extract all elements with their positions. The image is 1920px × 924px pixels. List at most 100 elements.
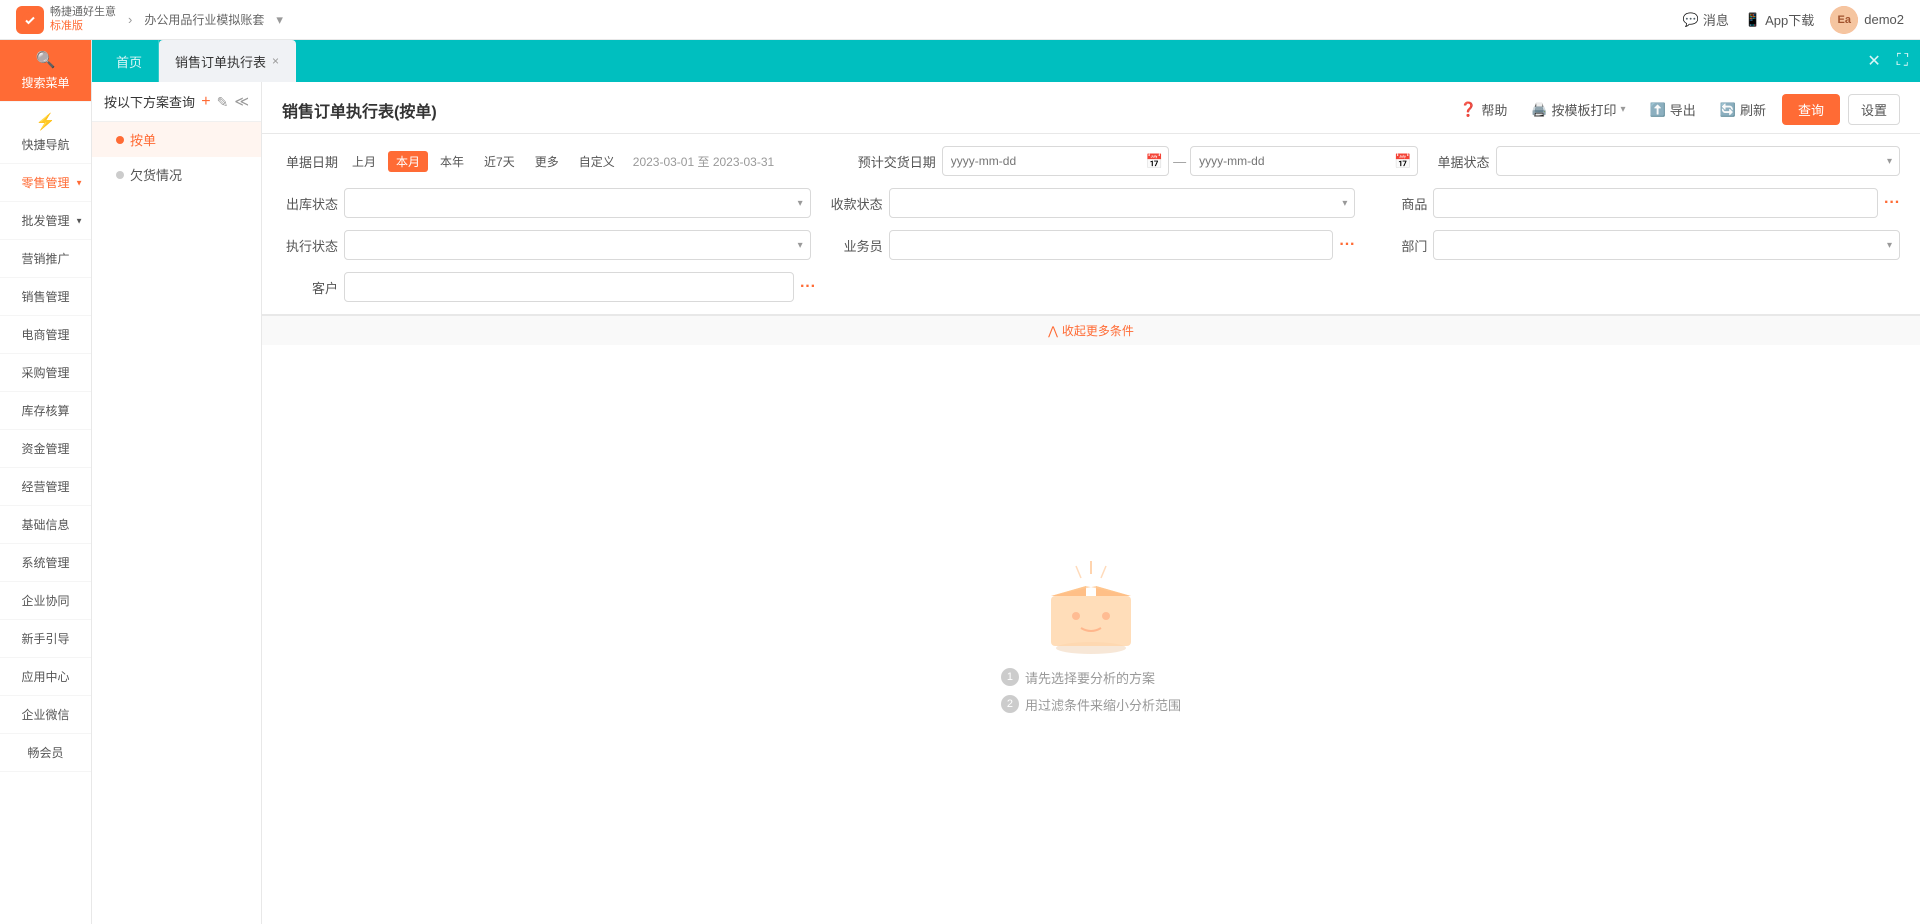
- export-button[interactable]: ⬆️ 导出: [1642, 96, 1704, 123]
- sidebar-item-ecommerce[interactable]: 电商管理: [0, 316, 91, 354]
- breadcrumb-dropdown-icon[interactable]: ▾: [276, 12, 283, 28]
- page-title-bar: 销售订单执行表(按单) ❓ 帮助 🖨️ 按模板打印 ▾ ⬆️: [262, 82, 1920, 134]
- calendar-end-icon[interactable]: 📅: [1394, 153, 1411, 170]
- help-button[interactable]: ❓ 帮助: [1452, 96, 1515, 123]
- sidebar-item-basic[interactable]: 基础信息: [0, 506, 91, 544]
- tag-custom[interactable]: 自定义: [571, 151, 623, 172]
- payment-status-label: 收款状态: [827, 194, 883, 213]
- salesman-input[interactable]: [889, 230, 1334, 260]
- scheme-item-按单[interactable]: 按单: [92, 122, 261, 157]
- settings-button[interactable]: 设置: [1848, 94, 1900, 125]
- filter-exec-status: 执行状态 ▾: [282, 230, 811, 260]
- dept-select[interactable]: [1433, 230, 1900, 260]
- tab-home[interactable]: 首页: [100, 40, 159, 82]
- sidebar-item-wechat[interactable]: 企业微信: [0, 696, 91, 734]
- expected-delivery-label: 预计交货日期: [858, 152, 936, 171]
- calendar-start-icon[interactable]: 📅: [1146, 153, 1163, 170]
- collapse-filter-button[interactable]: ⋀ 收起更多条件: [262, 315, 1920, 345]
- out-status-label: 出库状态: [282, 194, 338, 213]
- message-action[interactable]: 💬 消息: [1683, 10, 1729, 29]
- export-icon: ⬆️: [1650, 102, 1666, 118]
- goods-input[interactable]: [1433, 188, 1878, 218]
- sidebar-item-marketing[interactable]: 营销推广: [0, 240, 91, 278]
- single-status-select-wrapper: ▾: [1496, 146, 1900, 176]
- customer-input[interactable]: [344, 272, 794, 302]
- query-button[interactable]: 查询: [1782, 94, 1840, 125]
- filter-goods: 商品 ···: [1371, 188, 1900, 218]
- refresh-button[interactable]: 🔄 刷新: [1712, 96, 1774, 123]
- page-title-actions: ❓ 帮助 🖨️ 按模板打印 ▾ ⬆️ 导出 �: [1452, 94, 1900, 125]
- delivery-date-start[interactable]: [942, 146, 1169, 176]
- user-profile[interactable]: Ea demo2: [1830, 6, 1904, 34]
- search-icon: 🔍: [36, 50, 56, 70]
- filter-row-4: 客户 ···: [282, 272, 1900, 302]
- delivery-date-start-wrap: 📅: [942, 146, 1169, 176]
- exec-status-label: 执行状态: [282, 236, 338, 255]
- sidebar-item-newbie[interactable]: 新手引导: [0, 620, 91, 658]
- add-scheme-button[interactable]: +: [201, 94, 210, 110]
- tag-more[interactable]: 更多: [527, 151, 567, 172]
- sidebar-item-system[interactable]: 系统管理: [0, 544, 91, 582]
- exec-status-select[interactable]: [344, 230, 811, 260]
- salesman-label: 业务员: [827, 236, 883, 255]
- download-icon: 📱: [1745, 12, 1761, 28]
- filter-out-status: 出库状态 ▾: [282, 188, 811, 218]
- sidebar-item-appstore[interactable]: 应用中心: [0, 658, 91, 696]
- sidebar-quick-nav[interactable]: ⚡ 快捷导航: [0, 102, 91, 164]
- payment-status-select[interactable]: [889, 188, 1356, 218]
- sidebar-item-finance[interactable]: 资金管理: [0, 430, 91, 468]
- left-panel-header: 按以下方案查询 + ✎ ≪: [92, 82, 261, 122]
- tab-bar-actions: ✕ ⛶: [1863, 47, 1912, 75]
- out-status-select[interactable]: [344, 188, 811, 218]
- quick-tags: 上月 本月 本年 近7天 更多 自定义: [344, 151, 623, 172]
- delivery-date-end[interactable]: [1190, 146, 1417, 176]
- filter-payment-status: 收款状态 ▾: [827, 188, 1356, 218]
- filter-single-status: 单据状态 ▾: [1434, 146, 1900, 176]
- page-title: 销售订单执行表(按单): [282, 98, 437, 122]
- edit-scheme-button[interactable]: ✎: [217, 95, 229, 109]
- single-status-select[interactable]: [1496, 146, 1900, 176]
- left-panel-actions: + ✎ ≪: [201, 93, 249, 110]
- tab-close-icon[interactable]: ×: [272, 55, 279, 67]
- page-container: 按以下方案查询 + ✎ ≪ 按单 欠货情况: [92, 82, 1920, 924]
- tag-this-month[interactable]: 本月: [388, 151, 428, 172]
- tab-maximize-icon[interactable]: ⛶: [1893, 48, 1912, 74]
- empty-step-1: 1 请先选择要分析的方案: [1001, 668, 1181, 687]
- filter-expected-delivery: 预计交货日期 📅 — 📅: [858, 146, 1418, 176]
- salesman-more-icon[interactable]: ···: [1339, 236, 1355, 254]
- filter-row-3: 执行状态 ▾ 业务员 ···: [282, 230, 1900, 260]
- sidebar-item-sales[interactable]: 销售管理: [0, 278, 91, 316]
- customer-more-icon[interactable]: ···: [800, 278, 816, 296]
- logo-text: 畅捷通好生意 标准版: [50, 6, 116, 32]
- sidebar-search-menu[interactable]: 🔍 搜索菜单: [0, 40, 91, 102]
- scheme-item-欠货情况[interactable]: 欠货情况: [92, 157, 261, 192]
- app-download-action[interactable]: 📱 App下载: [1745, 10, 1814, 29]
- print-button[interactable]: 🖨️ 按模板打印 ▾: [1523, 96, 1633, 123]
- sidebar-item-purchase[interactable]: 采购管理: [0, 354, 91, 392]
- help-icon: ❓: [1460, 101, 1477, 118]
- collapse-panel-button[interactable]: ≪: [234, 93, 249, 110]
- single-status-label: 单据状态: [1434, 152, 1490, 171]
- sidebar-item-operations[interactable]: 经营管理: [0, 468, 91, 506]
- sidebar-item-wholesale[interactable]: 批发管理: [0, 202, 91, 240]
- filter-row-2: 出库状态 ▾ 收款状态: [282, 188, 1900, 218]
- main-layout: 🔍 搜索菜单 ⚡ 快捷导航 零售管理 批发管理 营销推广 销售管理 电商管理 采…: [0, 40, 1920, 924]
- sidebar-item-inventory[interactable]: 库存核算: [0, 392, 91, 430]
- goods-more-icon[interactable]: ···: [1884, 194, 1900, 212]
- tab-close-window-icon[interactable]: ✕: [1863, 47, 1884, 75]
- tag-last-month[interactable]: 上月: [344, 151, 384, 172]
- tab-bar: 首页 销售订单执行表 × ✕ ⛶: [92, 40, 1920, 82]
- tag-last-7days[interactable]: 近7天: [476, 151, 523, 172]
- header-right: 💬 消息 📱 App下载 Ea demo2: [1683, 6, 1904, 34]
- empty-step-2: 2 用过滤条件来缩小分析范围: [1001, 695, 1181, 714]
- tag-this-year[interactable]: 本年: [432, 151, 472, 172]
- payment-status-wrapper: ▾: [889, 188, 1356, 218]
- date-separator: —: [1173, 154, 1186, 169]
- print-dropdown-icon: ▾: [1621, 104, 1626, 115]
- dept-wrapper: ▾: [1433, 230, 1900, 260]
- tab-sales-execution[interactable]: 销售订单执行表 ×: [159, 40, 296, 82]
- sidebar-item-member[interactable]: 畅会员: [0, 734, 91, 772]
- empty-state: 1 请先选择要分析的方案 2 用过滤条件来缩小分析范围: [262, 345, 1920, 924]
- sidebar-item-retail[interactable]: 零售管理: [0, 164, 91, 202]
- sidebar-item-enterprise[interactable]: 企业协同: [0, 582, 91, 620]
